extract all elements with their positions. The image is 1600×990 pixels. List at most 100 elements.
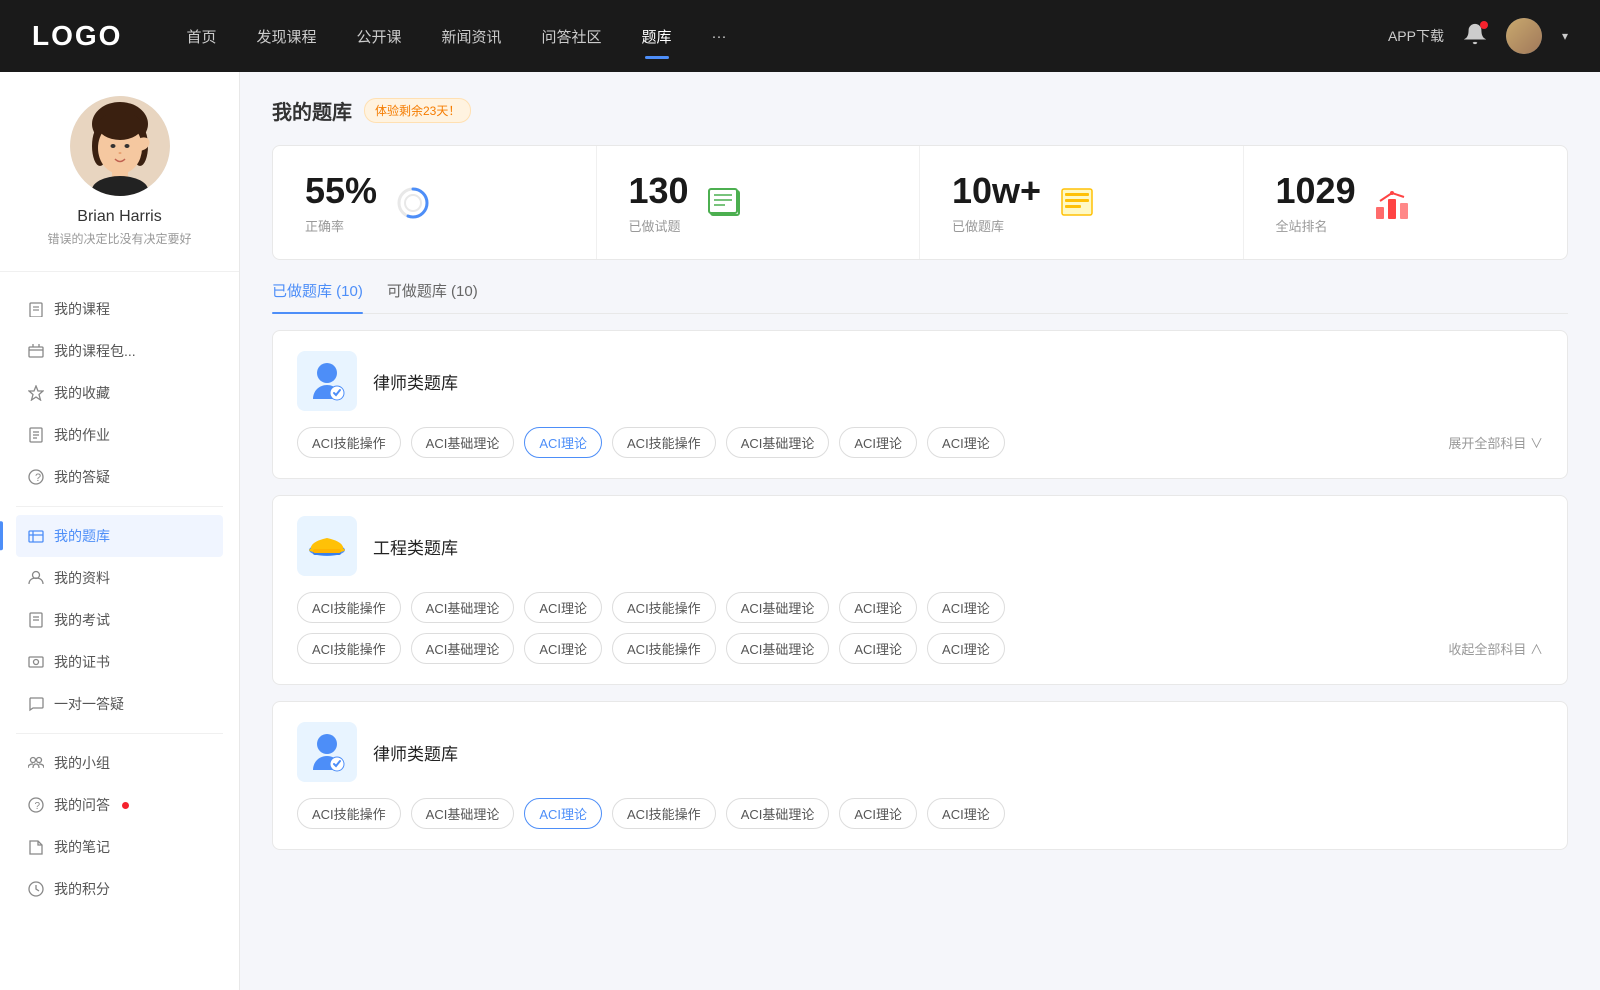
subject-tag[interactable]: ACI基础理论 <box>411 798 515 829</box>
nav-menu: 首页 发现课程 公开课 新闻资讯 问答社区 题库 ··· <box>170 18 1388 55</box>
subject-tag[interactable]: ACI技能操作 <box>612 592 716 623</box>
main-content: 我的题库 体验剩余23天！ 55% 正确率 <box>240 72 1600 990</box>
star-icon <box>28 385 44 401</box>
nav-open-course[interactable]: 公开课 <box>340 18 417 55</box>
subject-tag-active[interactable]: ACI理论 <box>524 427 602 458</box>
sidebar-item-questions[interactable]: ? 我的问答 <box>16 784 223 826</box>
bank-card-engineering: 工程类题库 ACI技能操作 ACI基础理论 ACI理论 ACI技能操作 ACI基… <box>272 495 1568 685</box>
subject-tag-active[interactable]: ACI理论 <box>524 798 602 829</box>
subject-tag[interactable]: ACI理论 <box>524 633 602 664</box>
question-icon: ? <box>28 797 44 813</box>
stat-questions-done: 130 已做试题 <box>597 146 921 259</box>
sidebar-item-cert[interactable]: 我的证书 <box>16 641 223 683</box>
nav-more[interactable]: ··· <box>696 20 743 53</box>
nav-discover[interactable]: 发现课程 <box>240 18 332 55</box>
subject-tag[interactable]: ACI技能操作 <box>612 633 716 664</box>
stat-ranking-label: 全站排名 <box>1276 216 1356 235</box>
subject-tag[interactable]: ACI技能操作 <box>297 592 401 623</box>
cert-icon <box>28 654 44 670</box>
subject-tag[interactable]: ACI技能操作 <box>612 798 716 829</box>
sidebar-label-package: 我的课程包... <box>54 341 136 361</box>
ranking-icon <box>1372 183 1412 223</box>
sidebar-item-profile[interactable]: 我的资料 <box>16 557 223 599</box>
sidebar-item-points[interactable]: 我的积分 <box>16 868 223 910</box>
nav-qa[interactable]: 问答社区 <box>526 18 618 55</box>
sidebar-item-bank[interactable]: 我的题库 <box>16 515 223 557</box>
bank-card-header-1: 律师类题库 <box>297 351 1543 411</box>
subject-tag[interactable]: ACI理论 <box>927 633 1005 664</box>
sidebar-item-group[interactable]: 我的小组 <box>16 742 223 784</box>
sidebar-item-homework[interactable]: 我的作业 <box>16 414 223 456</box>
subject-tag[interactable]: ACI理论 <box>839 798 917 829</box>
user-menu-chevron[interactable]: ▾ <box>1562 29 1568 43</box>
notification-dot <box>1480 21 1488 29</box>
sidebar-label-exam: 我的考试 <box>54 610 110 630</box>
sidebar-item-my-course[interactable]: 我的课程 <box>16 288 223 330</box>
sidebar-label-homework: 我的作业 <box>54 425 110 445</box>
nav-bank[interactable]: 题库 <box>626 18 688 55</box>
subject-tag[interactable]: ACI基础理论 <box>726 427 830 458</box>
svg-text:?: ? <box>35 801 41 812</box>
sidebar-item-exam[interactable]: 我的考试 <box>16 599 223 641</box>
subject-tag[interactable]: ACI理论 <box>839 592 917 623</box>
bank-icon <box>28 528 44 544</box>
user-avatar[interactable] <box>1506 18 1542 54</box>
tab-available[interactable]: 可做题库 (10) <box>387 280 478 313</box>
tab-done[interactable]: 已做题库 (10) <box>272 280 363 313</box>
bank-name-3: 律师类题库 <box>373 740 458 765</box>
nav-right-actions: APP下载 ▾ <box>1388 18 1568 54</box>
profile-icon <box>28 570 44 586</box>
subject-tag[interactable]: ACI技能操作 <box>612 427 716 458</box>
nav-news[interactable]: 新闻资讯 <box>426 18 518 55</box>
subject-tag[interactable]: ACI基础理论 <box>726 592 830 623</box>
subject-tag[interactable]: ACI基础理论 <box>411 592 515 623</box>
subject-tag[interactable]: ACI理论 <box>927 798 1005 829</box>
sidebar-label-qa: 我的答疑 <box>54 467 110 487</box>
sidebar-item-notes[interactable]: 我的笔记 <box>16 826 223 868</box>
sidebar-menu: 我的课程 我的课程包... 我的收藏 我的作业 <box>0 288 239 910</box>
bank-tabs: 已做题库 (10) 可做题库 (10) <box>272 280 1568 314</box>
subject-tag[interactable]: ACI理论 <box>839 633 917 664</box>
chat-icon <box>28 696 44 712</box>
banks-done-icon <box>1057 183 1097 223</box>
lawyer-icon-2 <box>297 722 357 782</box>
nav-home[interactable]: 首页 <box>170 18 232 55</box>
sidebar-item-collection[interactable]: 我的收藏 <box>16 372 223 414</box>
stats-row: 55% 正确率 130 已做试题 <box>272 145 1568 260</box>
divider-2 <box>16 733 223 734</box>
sidebar-item-qa[interactable]: ? 我的答疑 <box>16 456 223 498</box>
subject-tag[interactable]: ACI基础理论 <box>411 633 515 664</box>
page-title: 我的题库 <box>272 96 352 125</box>
notification-bell[interactable] <box>1464 23 1486 50</box>
subject-tag[interactable]: ACI理论 <box>839 427 917 458</box>
app-download-button[interactable]: APP下载 <box>1388 26 1444 46</box>
sidebar-item-1on1[interactable]: 一对一答疑 <box>16 683 223 725</box>
sidebar-label-collection: 我的收藏 <box>54 383 110 403</box>
subject-tag[interactable]: ACI理论 <box>927 427 1005 458</box>
subject-tag[interactable]: ACI基础理论 <box>726 798 830 829</box>
logo[interactable]: LOGO <box>32 20 122 52</box>
sidebar-item-course-package[interactable]: 我的课程包... <box>16 330 223 372</box>
notes-icon <box>28 839 44 855</box>
stat-questions-label: 已做试题 <box>629 216 689 235</box>
bank-card-lawyer-1: 律师类题库 ACI技能操作 ACI基础理论 ACI理论 ACI技能操作 ACI基… <box>272 330 1568 479</box>
qa-icon: ? <box>28 469 44 485</box>
subject-tag[interactable]: ACI基础理论 <box>411 427 515 458</box>
subject-tag[interactable]: ACI理论 <box>927 592 1005 623</box>
points-icon <box>28 881 44 897</box>
stat-ranking-value: 1029 <box>1276 170 1356 212</box>
subjects-row-2a: ACI技能操作 ACI基础理论 ACI理论 ACI技能操作 ACI基础理论 AC… <box>297 592 1543 623</box>
subject-tag[interactable]: ACI基础理论 <box>726 633 830 664</box>
expand-link-1[interactable]: 展开全部科目 ∨ <box>1448 433 1543 452</box>
subject-tag[interactable]: ACI技能操作 <box>297 798 401 829</box>
subject-tag[interactable]: ACI理论 <box>524 592 602 623</box>
page-header: 我的题库 体验剩余23天！ <box>272 96 1568 125</box>
exam-icon <box>28 612 44 628</box>
expand-link-2[interactable]: 收起全部科目 ∧ <box>1448 639 1543 658</box>
stat-accuracy-label: 正确率 <box>305 216 377 235</box>
subjects-row-1: ACI技能操作 ACI基础理论 ACI理论 ACI技能操作 ACI基础理论 AC… <box>297 427 1543 458</box>
subject-tag[interactable]: ACI技能操作 <box>297 427 401 458</box>
sidebar-label-questions: 我的问答 <box>54 795 110 815</box>
bank-card-header-3: 律师类题库 <box>297 722 1543 782</box>
subject-tag[interactable]: ACI技能操作 <box>297 633 401 664</box>
